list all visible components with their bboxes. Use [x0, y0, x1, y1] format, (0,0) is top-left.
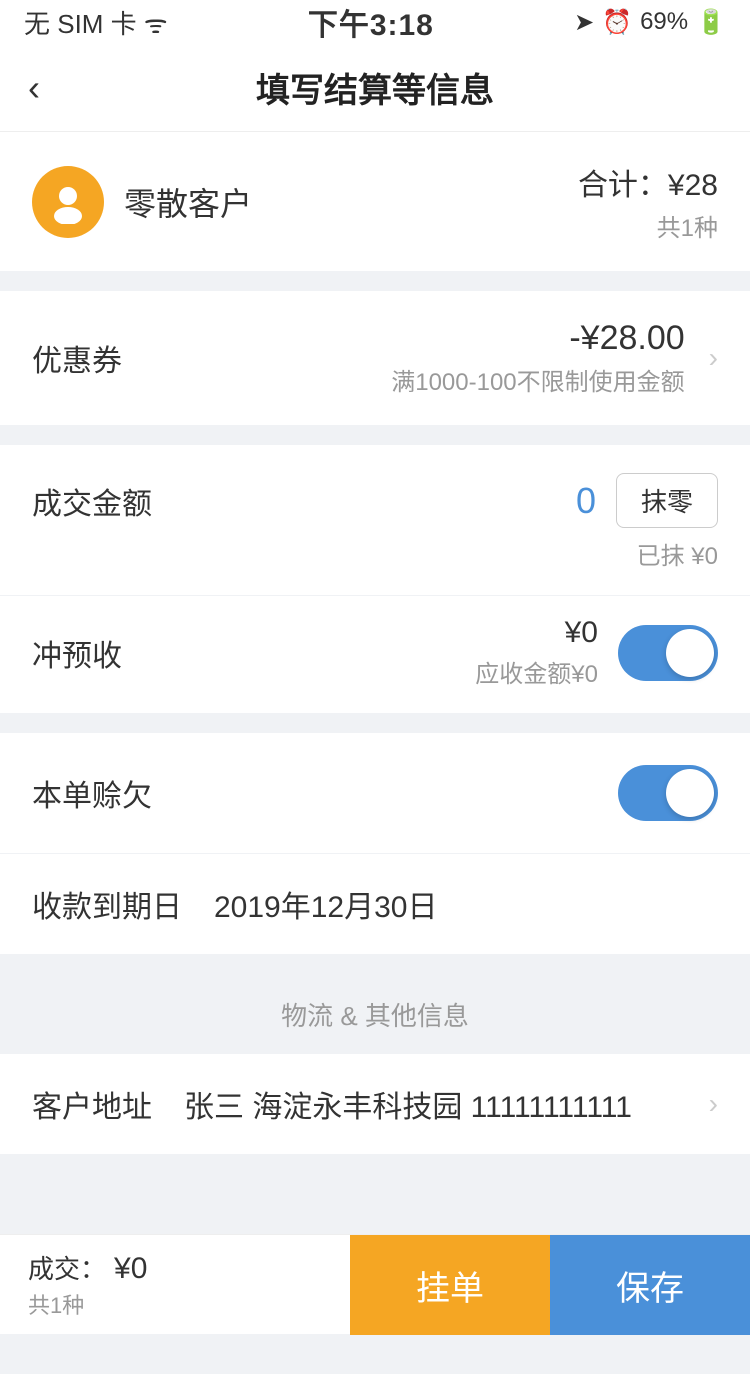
amount-value: 0: [576, 480, 596, 522]
bottom-count: 共1种: [28, 1288, 322, 1320]
customer-total: 合计：¥28: [578, 160, 718, 204]
coupon-description: 满1000-100不限制使用金额: [391, 362, 684, 397]
bottom-info: 成交： ¥0 共1种: [0, 1235, 350, 1334]
battery-level: 69%: [640, 8, 688, 36]
amount-right-block: 0 抹零: [576, 473, 718, 528]
debt-section: 本单赊欠 收款到期日 2019年12月30日: [0, 733, 750, 954]
coupon-label: 优惠券: [32, 336, 122, 380]
logistics-header: 物流 & 其他信息: [0, 974, 750, 1054]
prereceive-toggle[interactable]: [618, 625, 718, 681]
back-button[interactable]: ‹: [28, 67, 40, 109]
sim-status: 无 SIM 卡 ᯤ: [24, 4, 168, 41]
prereceive-row: 冲预收 ¥0 应收金额¥0: [0, 595, 750, 713]
logistics-header-text: 物流 & 其他信息: [281, 996, 469, 1033]
coupon-section: 优惠券 -¥28.00 满1000-100不限制使用金额 ›: [0, 291, 750, 425]
amount-row: 成交金额 0 抹零: [0, 445, 750, 536]
status-time: 下午3:18: [308, 0, 434, 44]
deal-amount: ¥0: [114, 1252, 147, 1286]
divider-1: [0, 271, 750, 291]
amount-label: 成交金额: [32, 479, 152, 523]
duedate-label: 收款到期日: [32, 882, 182, 926]
prereceive-label: 冲预收: [32, 631, 122, 675]
coupon-info: -¥28.00 满1000-100不限制使用金额: [391, 319, 684, 397]
address-row[interactable]: 客户地址 张三 海淀永丰科技园 11111111111 ›: [0, 1054, 750, 1154]
coupon-right-block: -¥28.00 满1000-100不限制使用金额 ›: [391, 319, 718, 397]
address-section: 客户地址 张三 海淀永丰科技园 11111111111 ›: [0, 1054, 750, 1154]
page-title: 填写结算等信息: [256, 63, 494, 112]
person-icon: [46, 180, 90, 224]
prereceive-sub-amount: 应收金额¥0: [475, 654, 598, 689]
duedate-row: 收款到期日 2019年12月30日: [0, 853, 750, 954]
divider-5: [0, 1154, 750, 1174]
address-chevron-icon: ›: [709, 1088, 718, 1120]
address-label: 客户地址: [32, 1082, 152, 1126]
coupon-row[interactable]: 优惠券 -¥28.00 满1000-100不限制使用金额 ›: [0, 291, 750, 425]
amount-sub: 已抹 ¥0: [0, 536, 750, 595]
bottom-bar: 成交： ¥0 共1种 挂单 保存: [0, 1234, 750, 1334]
hold-button[interactable]: 挂单: [350, 1235, 550, 1335]
prereceive-right: ¥0 应收金额¥0: [475, 616, 718, 689]
divider-4: [0, 954, 750, 974]
divider-2: [0, 425, 750, 445]
round-button[interactable]: 抹零: [616, 473, 718, 528]
battery-icon: 🔋: [696, 8, 726, 37]
prereceive-amounts: ¥0 应收金额¥0: [475, 616, 598, 689]
customer-total-block: 合计：¥28 共1种: [578, 160, 718, 243]
customer-left: 零散客户: [32, 166, 252, 238]
nav-bar: ‹ 填写结算等信息: [0, 44, 750, 132]
chevron-right-icon: ›: [709, 342, 718, 374]
location-icon: ➤: [574, 8, 594, 37]
debt-label: 本单赊欠: [32, 771, 152, 815]
customer-name: 零散客户: [124, 179, 252, 225]
prereceive-main-amount: ¥0: [475, 616, 598, 650]
alarm-icon: ⏰: [602, 8, 632, 37]
debt-row: 本单赊欠: [0, 733, 750, 853]
customer-count: 共1种: [578, 208, 718, 243]
coupon-discount: -¥28.00: [391, 319, 684, 358]
duedate-value: 2019年12月30日: [214, 882, 437, 926]
deal-label: 成交：: [28, 1249, 106, 1286]
customer-row: 零散客户 合计：¥28 共1种: [0, 132, 750, 271]
status-right: ➤ ⏰ 69% 🔋: [574, 8, 726, 37]
amount-section: 成交金额 0 抹零 已抹 ¥0 冲预收 ¥0 应收金额¥0: [0, 445, 750, 713]
save-button[interactable]: 保存: [550, 1235, 750, 1335]
status-bar: 无 SIM 卡 ᯤ 下午3:18 ➤ ⏰ 69% 🔋: [0, 0, 750, 44]
address-value: 张三 海淀永丰科技园 11111111111: [184, 1082, 701, 1126]
avatar: [32, 166, 104, 238]
status-left: 无 SIM 卡 ᯤ: [24, 4, 168, 41]
debt-toggle[interactable]: [618, 765, 718, 821]
divider-3: [0, 713, 750, 733]
